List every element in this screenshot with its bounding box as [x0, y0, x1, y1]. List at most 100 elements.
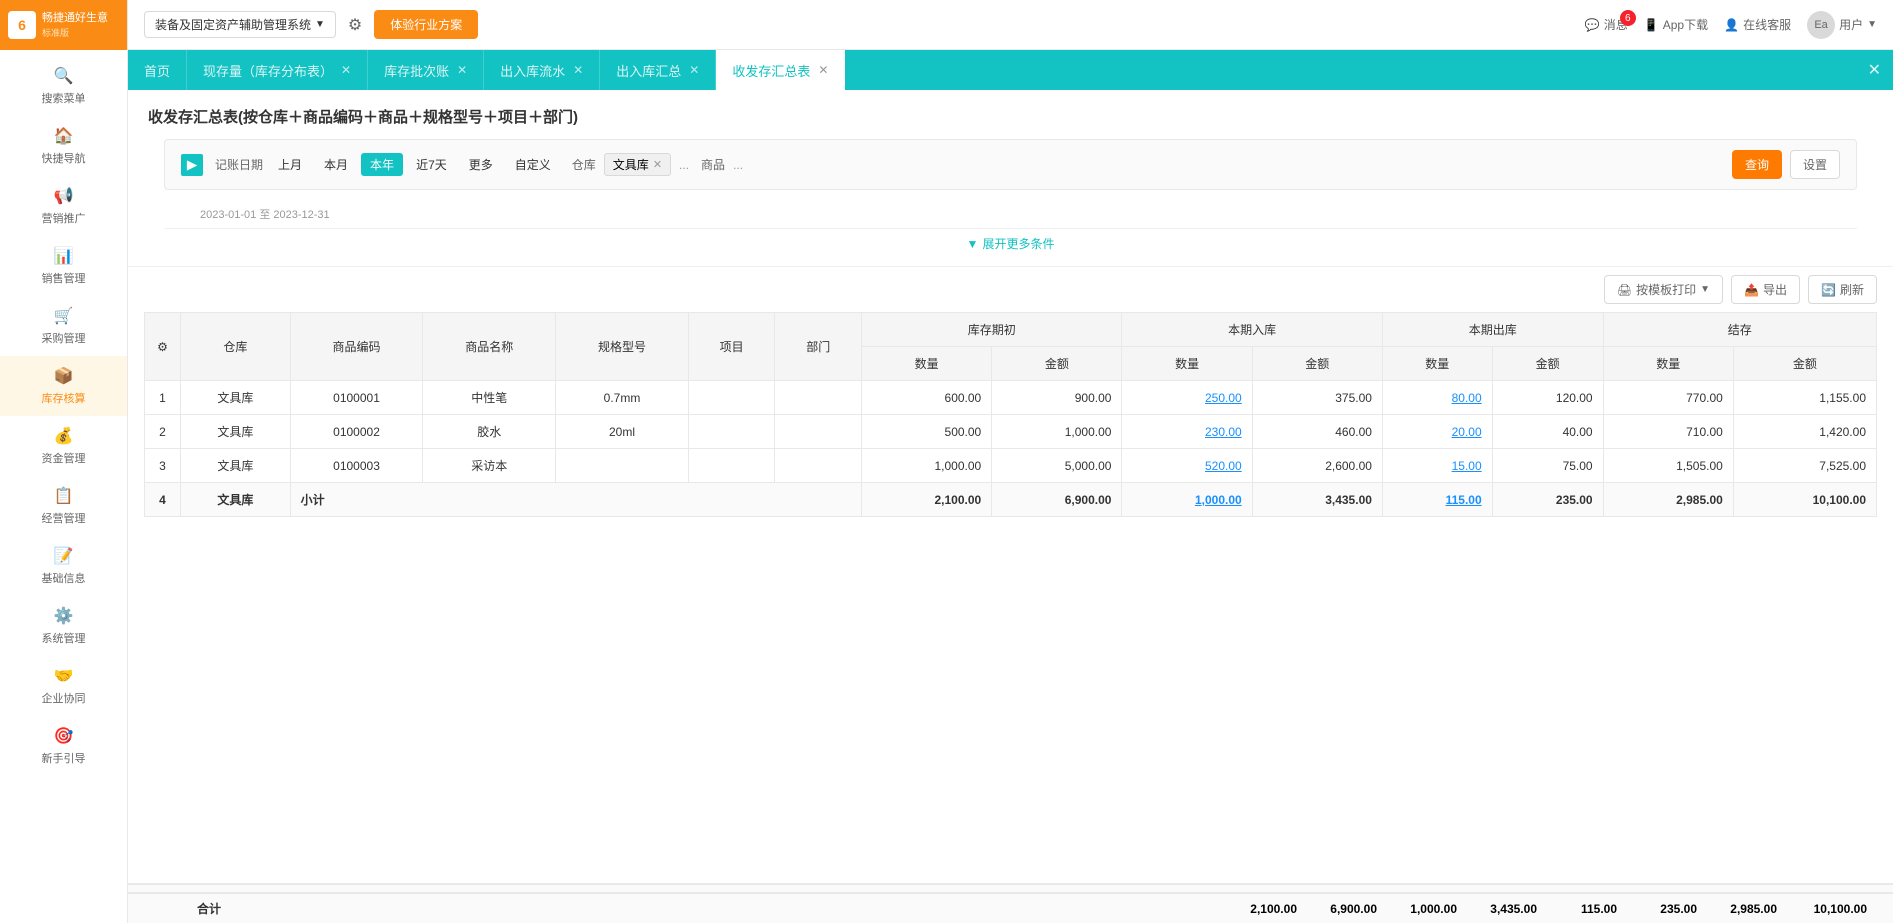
- online-support-button[interactable]: 👤 在线客服: [1724, 16, 1791, 33]
- phone-icon: 📱: [1644, 18, 1659, 32]
- subtotal-out-amount: 235.00: [1492, 483, 1603, 517]
- sidebar-item-guide[interactable]: 🎯 新手引导: [0, 716, 127, 776]
- trial-button[interactable]: 体验行业方案: [374, 10, 478, 39]
- th-out-group: 本期出库: [1382, 313, 1603, 347]
- tab-home-label: 首页: [144, 61, 170, 80]
- sidebar-item-system[interactable]: ⚙️ 系统管理: [0, 596, 127, 656]
- refresh-button[interactable]: 🔄 刷新: [1808, 275, 1877, 304]
- tab-close-icon[interactable]: ✕: [689, 63, 699, 77]
- row-opening-amount: 1,000.00: [992, 415, 1122, 449]
- row-index: 1: [145, 381, 181, 415]
- tab-close-icon[interactable]: ✕: [457, 63, 467, 77]
- page: 收发存汇总表(按仓库＋商品编码＋商品＋规格型号＋项目＋部门) ▶ 记账日期 上月…: [128, 90, 1893, 923]
- row-product-code: 0100003: [290, 449, 423, 483]
- date-btn-this-month[interactable]: 本月: [315, 153, 357, 176]
- close-all-tabs-button[interactable]: ✕: [1856, 60, 1893, 80]
- system-selector[interactable]: 装备及固定资产辅助管理系统 ▼: [144, 11, 336, 38]
- th-out-amount: 金额: [1492, 347, 1603, 381]
- tab-home[interactable]: 首页: [128, 50, 187, 90]
- date-btn-custom[interactable]: 自定义: [506, 153, 560, 176]
- subtotal-in-qty[interactable]: 1,000.00: [1122, 483, 1252, 517]
- filter-expand-button[interactable]: ▶: [181, 154, 203, 176]
- user-menu[interactable]: Ea 用户 ▼: [1807, 11, 1877, 39]
- query-button[interactable]: 查询: [1732, 150, 1782, 179]
- sidebar-item-purchase[interactable]: 🛒 采购管理: [0, 296, 127, 356]
- footer-bar-closing-amount: 10,100.00: [1787, 902, 1877, 916]
- sidebar-item-finance[interactable]: 💰 资金管理: [0, 416, 127, 476]
- row-in-qty-link[interactable]: 250.00: [1122, 381, 1252, 415]
- sidebar-item-label: 采购管理: [42, 330, 86, 346]
- row-closing-amount: 7,525.00: [1733, 449, 1876, 483]
- product-more-btn[interactable]: ...: [733, 158, 743, 172]
- row-department: [775, 415, 862, 449]
- sidebar-item-inventory[interactable]: 📦 库存核算: [0, 356, 127, 416]
- th-project: 项目: [688, 313, 775, 381]
- footer-bar-opening-qty: 2,100.00: [1227, 902, 1307, 916]
- sidebar-item-marketing[interactable]: 📢 营销推广: [0, 176, 127, 236]
- sidebar-item-operations[interactable]: 📋 经营管理: [0, 476, 127, 536]
- app-download-button[interactable]: 📱 App下载: [1644, 16, 1708, 33]
- row-out-amount: 40.00: [1492, 415, 1603, 449]
- sidebar-item-search[interactable]: 🔍 搜索菜单: [0, 56, 127, 116]
- subtotal-opening-amount: 6,900.00: [992, 483, 1122, 517]
- tab-recv-send-summary[interactable]: 收发存汇总表 ✕: [716, 50, 845, 90]
- sidebar-item-quick-nav[interactable]: 🏠 快捷导航: [0, 116, 127, 176]
- row-in-qty-link[interactable]: 520.00: [1122, 449, 1252, 483]
- tab-batch[interactable]: 库存批次账 ✕: [368, 50, 484, 90]
- tab-inout-flow[interactable]: 出入库流水 ✕: [484, 50, 600, 90]
- table-row: 1 文具库 0100001 中性笔 0.7mm 600.00 900.00 25…: [145, 381, 1877, 415]
- row-out-qty-link[interactable]: 15.00: [1382, 449, 1492, 483]
- purchase-icon: 🛒: [54, 306, 74, 326]
- warehouse-tag-close[interactable]: ✕: [653, 158, 662, 171]
- row-in-amount: 375.00: [1252, 381, 1382, 415]
- sidebar-item-label: 企业协同: [42, 690, 86, 706]
- expand-more-button[interactable]: ▼ 展开更多条件: [164, 228, 1857, 258]
- tab-close-icon[interactable]: ✕: [341, 63, 351, 77]
- support-icon: 👤: [1724, 18, 1739, 32]
- sidebar-item-label: 快捷导航: [42, 150, 86, 166]
- date-btn-7days[interactable]: 近7天: [407, 153, 456, 176]
- th-warehouse: 仓库: [181, 313, 291, 381]
- row-project: [688, 449, 775, 483]
- date-filter-label: 记账日期: [215, 156, 263, 173]
- sidebar-item-sales[interactable]: 📊 销售管理: [0, 236, 127, 296]
- gear-icon[interactable]: ⚙: [344, 11, 366, 39]
- row-opening-qty: 500.00: [861, 415, 991, 449]
- guide-icon: 🎯: [54, 726, 74, 746]
- date-btn-last-month[interactable]: 上月: [269, 153, 311, 176]
- tab-close-icon[interactable]: ✕: [573, 63, 583, 77]
- row-out-qty-link[interactable]: 80.00: [1382, 381, 1492, 415]
- date-btn-more[interactable]: 更多: [460, 153, 502, 176]
- marketing-icon: 📢: [54, 186, 74, 206]
- tab-inventory-dist[interactable]: 现存量（库存分布表） ✕: [187, 50, 368, 90]
- row-product-spec: 0.7mm: [556, 381, 689, 415]
- setting-button[interactable]: 设置: [1790, 150, 1840, 179]
- sidebar-item-label: 系统管理: [42, 630, 86, 646]
- page-title: 收发存汇总表(按仓库＋商品编码＋商品＋规格型号＋项目＋部门): [148, 106, 1873, 127]
- th-settings[interactable]: ⚙: [145, 313, 181, 381]
- sidebar-item-enterprise[interactable]: 🤝 企业协同: [0, 656, 127, 716]
- sidebar-item-label: 销售管理: [42, 270, 86, 286]
- sidebar-item-basic-info[interactable]: 📝 基础信息: [0, 536, 127, 596]
- dropdown-icon: ▼: [315, 19, 325, 30]
- tab-inout-summary[interactable]: 出入库汇总 ✕: [600, 50, 716, 90]
- topbar-right: 💬 消息 6 📱 App下载 👤 在线客服 Ea 用户 ▼: [1585, 11, 1877, 39]
- warehouse-more-btn[interactable]: ...: [679, 158, 689, 172]
- print-label: 按模板打印: [1636, 281, 1696, 298]
- date-options: 上月 本月 本年 近7天 更多 自定义: [269, 153, 560, 176]
- row-closing-qty: 710.00: [1603, 415, 1733, 449]
- export-button[interactable]: 📤 导出: [1731, 275, 1800, 304]
- row-out-qty-link[interactable]: 20.00: [1382, 415, 1492, 449]
- date-range-display: 2023-01-01 至 2023-12-31: [148, 200, 1873, 228]
- message-button[interactable]: 💬 消息 6: [1585, 16, 1628, 33]
- refresh-label: 刷新: [1840, 281, 1864, 298]
- row-index: 3: [145, 449, 181, 483]
- subtotal-out-qty[interactable]: 115.00: [1382, 483, 1492, 517]
- date-btn-this-year[interactable]: 本年: [361, 153, 403, 176]
- print-button[interactable]: 🖨 按模板打印 ▼: [1604, 275, 1723, 304]
- system-icon: ⚙️: [54, 606, 74, 626]
- print-dropdown-icon: ▼: [1700, 284, 1710, 295]
- tab-close-icon[interactable]: ✕: [818, 63, 828, 77]
- row-in-qty-link[interactable]: 230.00: [1122, 415, 1252, 449]
- main-content: 装备及固定资产辅助管理系统 ▼ ⚙ 体验行业方案 💬 消息 6 📱 App下载 …: [128, 0, 1893, 923]
